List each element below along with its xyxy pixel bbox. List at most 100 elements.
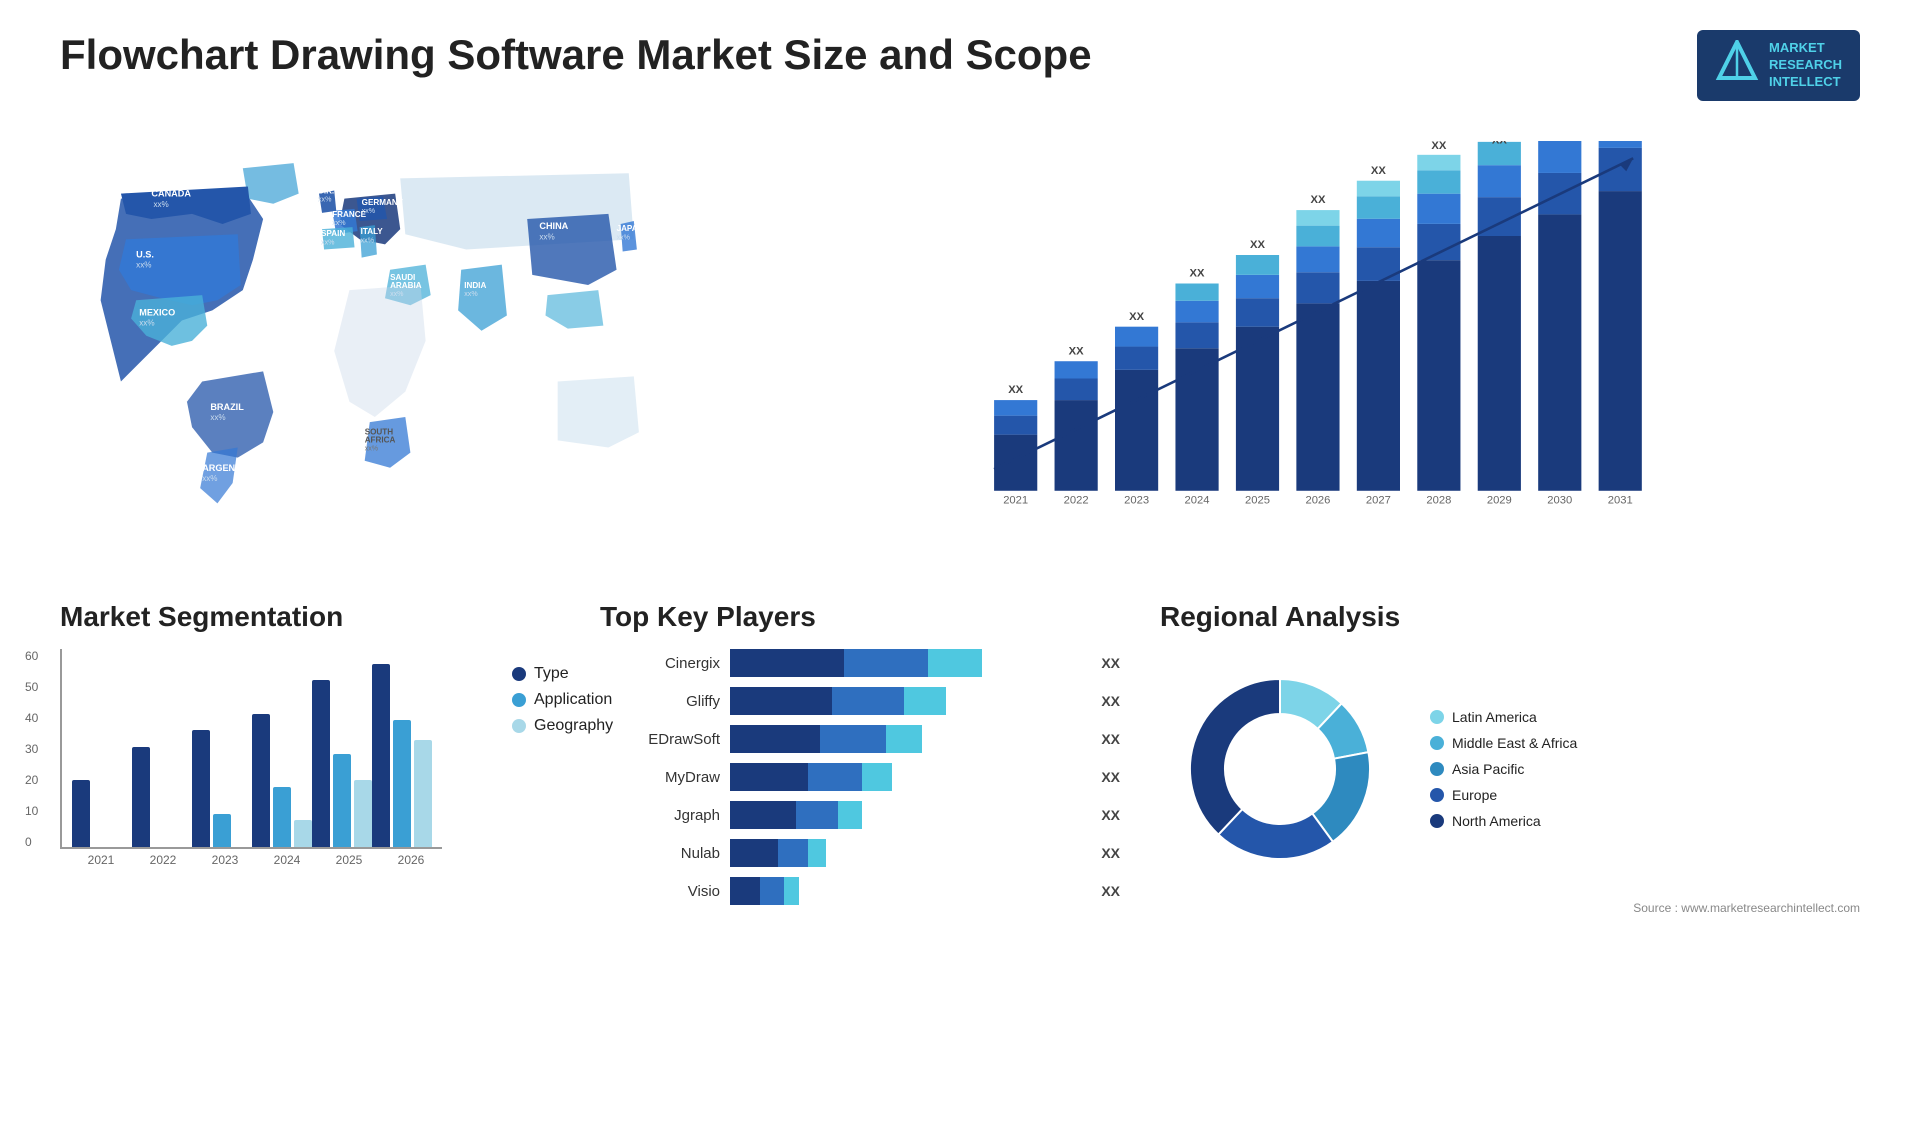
bar-seg2 bbox=[844, 649, 928, 677]
x-label: 2021 bbox=[88, 853, 115, 867]
header: Flowchart Drawing Software Market Size a… bbox=[60, 30, 1860, 101]
svg-text:2022: 2022 bbox=[1064, 495, 1089, 507]
y-label-30: 30 bbox=[25, 742, 38, 756]
player-bar bbox=[730, 801, 1085, 829]
regional-legend: Latin America Middle East & Africa Asia Pa… bbox=[1430, 709, 1577, 829]
seg-bar-type bbox=[252, 714, 270, 847]
reg-legend-label: North America bbox=[1452, 813, 1541, 829]
bar-seg3 bbox=[886, 725, 922, 753]
player-bar-label: XX bbox=[1101, 731, 1120, 747]
svg-text:xx%: xx% bbox=[202, 474, 217, 483]
y-label-40: 40 bbox=[25, 711, 38, 725]
player-row: Cinergix XX bbox=[600, 649, 1120, 677]
svg-text:CANADA: CANADA bbox=[151, 189, 191, 199]
seg-bar-type bbox=[372, 664, 390, 847]
svg-text:xx%: xx% bbox=[464, 290, 478, 298]
bar-seg2 bbox=[820, 725, 886, 753]
svg-text:xx%: xx% bbox=[332, 219, 346, 227]
svg-text:2027: 2027 bbox=[1366, 495, 1391, 507]
segmentation-title: Market Segmentation bbox=[60, 601, 560, 633]
legend-dot bbox=[512, 693, 526, 707]
bar-seg1 bbox=[730, 763, 808, 791]
svg-text:INDIA: INDIA bbox=[464, 281, 486, 290]
seg-bar-group bbox=[192, 730, 252, 847]
svg-text:XX: XX bbox=[1250, 239, 1265, 251]
svg-text:xx%: xx% bbox=[365, 445, 379, 453]
svg-text:2026: 2026 bbox=[1305, 495, 1330, 507]
svg-text:2029: 2029 bbox=[1487, 495, 1512, 507]
svg-text:U.K.: U.K. bbox=[318, 187, 334, 196]
donut-segment bbox=[1190, 679, 1280, 835]
reg-legend-label: Middle East & Africa bbox=[1452, 735, 1577, 751]
regional-legend-item: Latin America bbox=[1430, 709, 1577, 725]
seg-bar-application bbox=[333, 754, 351, 847]
logo-box: MARKET RESEARCH INTELLECT bbox=[1697, 30, 1860, 101]
legend-label: Type bbox=[534, 665, 569, 683]
svg-text:xx%: xx% bbox=[321, 238, 335, 246]
legend-item: Type bbox=[512, 665, 613, 683]
x-label: 2026 bbox=[398, 853, 425, 867]
svg-text:xx%: xx% bbox=[210, 413, 225, 422]
player-bar bbox=[730, 877, 1085, 905]
svg-text:ARGENTINA: ARGENTINA bbox=[202, 463, 257, 473]
reg-legend-dot bbox=[1430, 762, 1444, 776]
svg-text:2028: 2028 bbox=[1426, 495, 1451, 507]
page-title: Flowchart Drawing Software Market Size a… bbox=[60, 30, 1092, 80]
bar-seg3 bbox=[808, 839, 826, 867]
player-name: Visio bbox=[600, 883, 720, 900]
svg-text:xx%: xx% bbox=[153, 200, 168, 209]
player-row: Jgraph XX bbox=[600, 801, 1120, 829]
seg-bar-group bbox=[312, 680, 372, 847]
player-row: Gliffy XX bbox=[600, 687, 1120, 715]
seg-bar-group bbox=[72, 780, 132, 847]
player-bar-label: XX bbox=[1101, 655, 1120, 671]
svg-text:JAPAN: JAPAN bbox=[617, 224, 644, 233]
bar-seg2 bbox=[760, 877, 784, 905]
bar-seg3 bbox=[838, 801, 862, 829]
x-label: 2024 bbox=[274, 853, 301, 867]
y-label-10: 10 bbox=[25, 804, 38, 818]
seg-bar-type bbox=[72, 780, 90, 847]
growth-bar-chart: XX 2021 XX 2022 XX 2023 XX bbox=[770, 141, 1840, 521]
svg-text:U.S.: U.S. bbox=[136, 250, 154, 260]
regional-legend-item: Europe bbox=[1430, 787, 1577, 803]
x-label: 2025 bbox=[336, 853, 363, 867]
y-label-50: 50 bbox=[25, 680, 38, 694]
player-name: Gliffy bbox=[600, 693, 720, 710]
regional-legend-item: Asia Pacific bbox=[1430, 761, 1577, 777]
bar-seg1 bbox=[730, 801, 796, 829]
svg-text:xx%: xx% bbox=[617, 233, 631, 241]
player-row: MyDraw XX bbox=[600, 763, 1120, 791]
svg-text:2021: 2021 bbox=[1003, 495, 1028, 507]
regional-legend-item: North America bbox=[1430, 813, 1577, 829]
main-content: CANADA xx% U.S. xx% MEXICO xx% BRAZIL xx… bbox=[60, 121, 1860, 915]
x-axis: 202120222023202420252026 bbox=[60, 853, 442, 867]
reg-legend-dot bbox=[1430, 710, 1444, 724]
bar-seg2 bbox=[778, 839, 808, 867]
source-text: Source : www.marketresearchintellect.com bbox=[1160, 901, 1860, 915]
player-bar-label: XX bbox=[1101, 769, 1120, 785]
player-name: EDrawSoft bbox=[600, 731, 720, 748]
player-bar-label: XX bbox=[1101, 693, 1120, 709]
logo-area: MARKET RESEARCH INTELLECT bbox=[1697, 30, 1860, 101]
svg-text:2031: 2031 bbox=[1608, 495, 1633, 507]
reg-legend-label: Europe bbox=[1452, 787, 1497, 803]
logo-text: MARKET RESEARCH INTELLECT bbox=[1769, 40, 1842, 91]
svg-text:ARABIA: ARABIA bbox=[390, 281, 422, 290]
legend-item: Application bbox=[512, 691, 613, 709]
donut-svg bbox=[1160, 649, 1400, 889]
seg-bar-group bbox=[372, 664, 432, 847]
y-label-0: 0 bbox=[25, 835, 38, 849]
reg-legend-label: Latin America bbox=[1452, 709, 1537, 725]
donut-chart bbox=[1160, 649, 1400, 889]
svg-text:CHINA: CHINA bbox=[539, 221, 568, 231]
bar-seg2 bbox=[832, 687, 904, 715]
players-title: Top Key Players bbox=[600, 601, 1120, 633]
seg-bar-group bbox=[132, 747, 192, 847]
bar-seg1 bbox=[730, 725, 820, 753]
y-label-60: 60 bbox=[25, 649, 38, 663]
legend-label: Application bbox=[534, 691, 612, 709]
svg-text:xx%: xx% bbox=[362, 207, 376, 215]
svg-text:XX: XX bbox=[1069, 345, 1084, 357]
logo-line1: MARKET bbox=[1769, 40, 1842, 57]
